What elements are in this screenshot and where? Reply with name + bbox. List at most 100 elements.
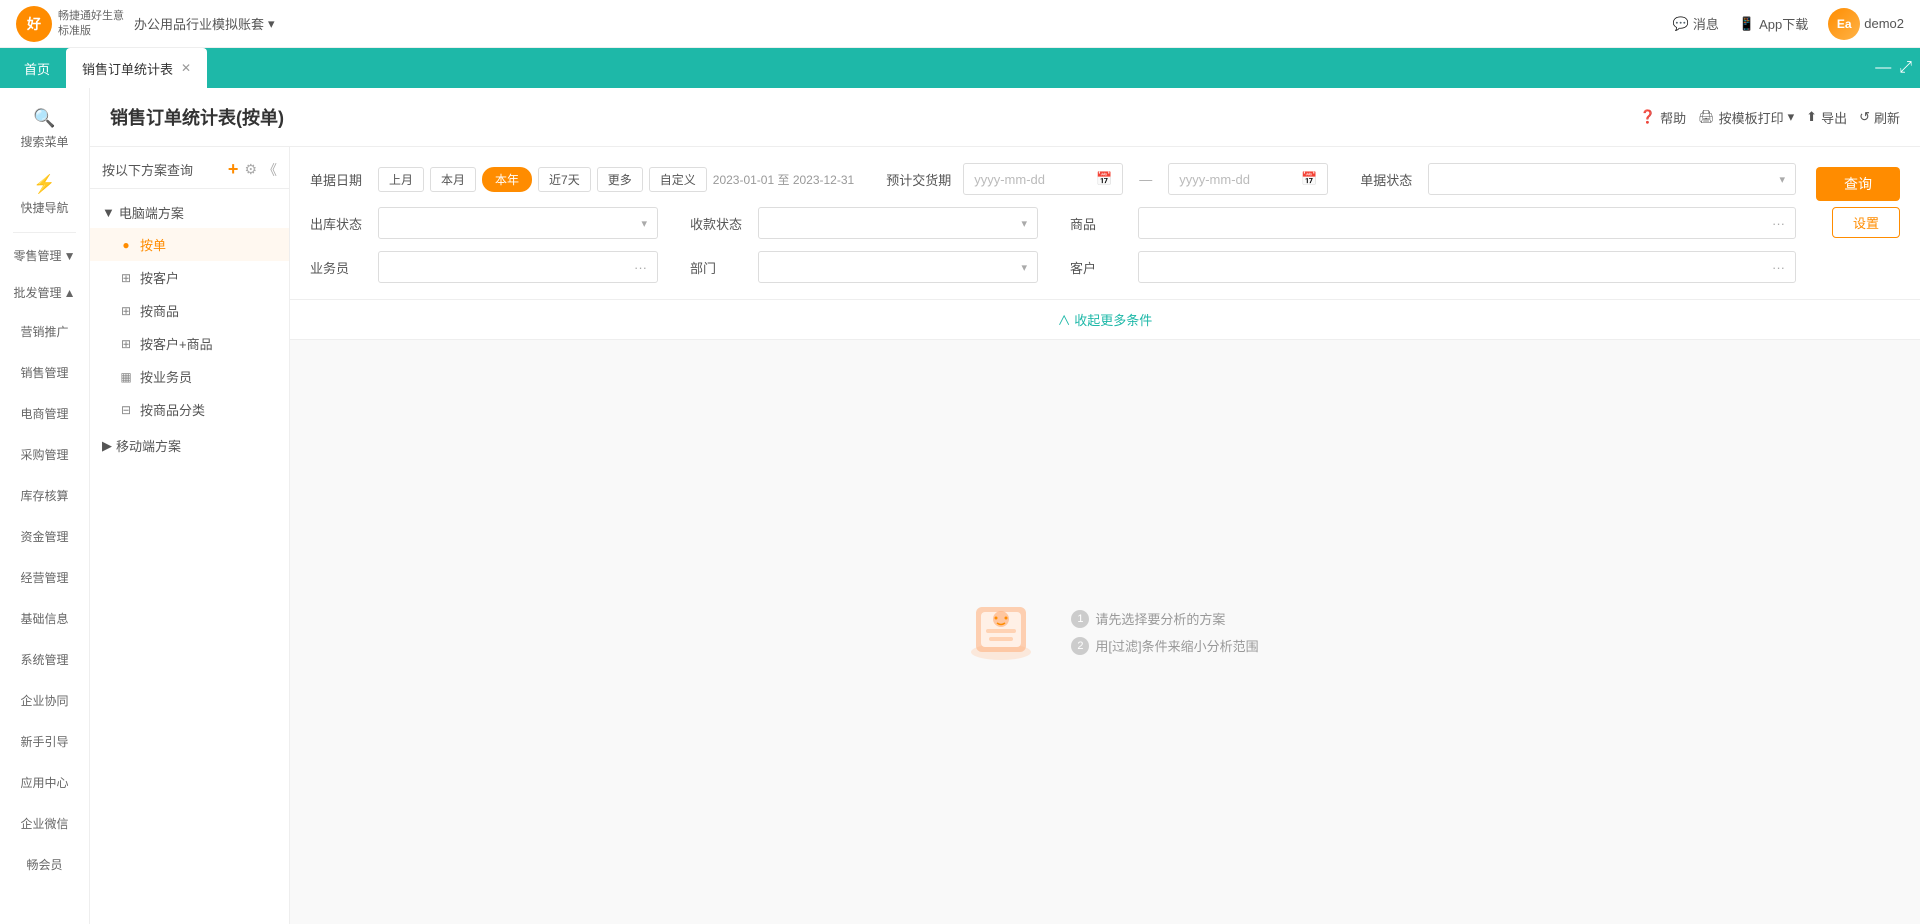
industry-selector[interactable]: 办公用品行业模拟账套 ▾ bbox=[134, 14, 275, 33]
scheme-settings-btn[interactable]: ⚙ bbox=[244, 161, 257, 178]
template-print-btn[interactable]: 🖨 按模板打印 ▾ bbox=[1698, 108, 1794, 127]
tab-minimize-btn[interactable]: — bbox=[1875, 59, 1891, 77]
scheme-group-desktop-title[interactable]: ▼ 电脑端方案 bbox=[90, 197, 289, 228]
date-start-input[interactable]: yyyy-mm-dd 📅 bbox=[963, 163, 1123, 195]
tab-maximize-btn[interactable]: ⤢ bbox=[1899, 59, 1912, 77]
wholesale-manage-arrow: ▲ bbox=[64, 286, 76, 300]
out-status-select[interactable]: ▾ bbox=[378, 207, 658, 239]
page-title: 销售订单统计表(按单) bbox=[110, 104, 284, 146]
date-btn-last-month[interactable]: 上月 bbox=[378, 167, 424, 192]
help-btn[interactable]: ❓ 帮助 bbox=[1640, 108, 1686, 127]
sidebar-item-marketing[interactable]: 营销推广 bbox=[0, 311, 89, 352]
sidebar-item-new-guide[interactable]: 新手引导 bbox=[0, 721, 89, 762]
sidebar-item-member[interactable]: 畅会员 bbox=[0, 844, 89, 885]
app-download-btn[interactable]: 📱 App下载 bbox=[1739, 14, 1808, 33]
sales-manage-label: 销售管理 bbox=[20, 364, 68, 381]
user-area[interactable]: Ea demo2 bbox=[1828, 8, 1904, 40]
zero-manage-arrow: ▼ bbox=[64, 249, 76, 263]
scheme-collapse-btn[interactable]: 《 bbox=[263, 160, 277, 180]
scheme-item-by-order[interactable]: ● 按单 bbox=[90, 228, 289, 261]
sidebar-item-enterprise-wx[interactable]: 企业微信 bbox=[0, 803, 89, 844]
message-label: 消息 bbox=[1693, 14, 1719, 33]
scheme-item-by-product[interactable]: ⊞ 按商品 bbox=[90, 294, 289, 327]
by-product-label: 按商品 bbox=[140, 301, 179, 320]
sidebar-item-wholesale-manage[interactable]: 批发管理 ▲ bbox=[0, 274, 89, 311]
receipt-status-select[interactable]: ▾ bbox=[758, 207, 1038, 239]
receipt-status-arrow: ▾ bbox=[1021, 217, 1027, 230]
scheme-add-btn[interactable]: + bbox=[228, 159, 239, 180]
date-start-placeholder: yyyy-mm-dd bbox=[974, 172, 1045, 187]
collapse-bar[interactable]: ∧ 收起更多条件 bbox=[290, 300, 1920, 340]
refresh-icon: ↺ bbox=[1859, 109, 1870, 125]
status-arrow: ▾ bbox=[1779, 173, 1785, 186]
sidebar-item-zero-manage[interactable]: 零售管理 ▼ bbox=[0, 237, 89, 274]
scheme-panel-actions: + ⚙ 《 bbox=[228, 159, 277, 180]
print-icon: 🖨 bbox=[1698, 109, 1715, 125]
logo-text: 畅捷通好生意 标准版 bbox=[58, 9, 124, 38]
sidebar-item-enterprise[interactable]: 企业协同 bbox=[0, 680, 89, 721]
product-label: 商品 bbox=[1070, 214, 1126, 233]
sidebar-item-purchase[interactable]: 采购管理 bbox=[0, 434, 89, 475]
customer-select[interactable]: ··· bbox=[1138, 251, 1796, 283]
filter-row-2: 出库状态 ▾ 收款状态 ▾ 商品 bbox=[310, 207, 1796, 239]
filter-main: 单据日期 上月 本月 本年 近7天 更多 自定义 2023-01-01 至 20… bbox=[310, 163, 1796, 283]
sidebar-item-system[interactable]: 系统管理 bbox=[0, 639, 89, 680]
out-status-arrow: ▾ bbox=[641, 217, 647, 230]
by-salesperson-label: 按业务员 bbox=[140, 367, 192, 386]
by-order-label: 按单 bbox=[140, 235, 166, 254]
finance-label: 资金管理 bbox=[20, 528, 68, 545]
scheme-item-by-customer-product[interactable]: ⊞ 按客户+商品 bbox=[90, 327, 289, 360]
help-icon: ❓ bbox=[1640, 109, 1656, 125]
by-category-icon: ⊟ bbox=[118, 402, 134, 418]
tab-sales-label: 销售订单统计表 bbox=[82, 59, 173, 78]
scheme-item-by-salesperson[interactable]: ▦ 按业务员 bbox=[90, 360, 289, 393]
sidebar-item-operations[interactable]: 经营管理 bbox=[0, 557, 89, 598]
app-download-label: App下载 bbox=[1759, 14, 1808, 33]
sidebar-item-search-menu[interactable]: 🔍 搜索菜单 bbox=[0, 96, 89, 162]
date-btn-7days[interactable]: 近7天 bbox=[538, 167, 591, 192]
set-button[interactable]: 设置 bbox=[1832, 207, 1900, 238]
status-select[interactable]: ▾ bbox=[1428, 163, 1796, 195]
date-dash: — bbox=[1135, 172, 1156, 187]
purchase-label: 采购管理 bbox=[20, 446, 68, 463]
date-end-input[interactable]: yyyy-mm-dd 📅 bbox=[1168, 163, 1328, 195]
salesperson-select[interactable]: ··· bbox=[378, 251, 658, 283]
app-download-icon: 📱 bbox=[1739, 16, 1755, 32]
scheme-group-mobile-title[interactable]: ▶ 移动端方案 bbox=[90, 430, 289, 461]
sidebar-item-app-center[interactable]: 应用中心 bbox=[0, 762, 89, 803]
tab-close-icon[interactable]: ✕ bbox=[181, 61, 191, 75]
sidebar-item-basic-info[interactable]: 基础信息 bbox=[0, 598, 89, 639]
empty-center: 1 请先选择要分析的方案 2 用[过滤]条件来缩小分析范围 bbox=[951, 577, 1258, 687]
sidebar-item-inventory[interactable]: 库存核算 bbox=[0, 475, 89, 516]
refresh-btn[interactable]: ↺ 刷新 bbox=[1859, 108, 1900, 127]
tab-sales-order[interactable]: 销售订单统计表 ✕ bbox=[66, 48, 207, 88]
dept-select[interactable]: ▾ bbox=[758, 251, 1038, 283]
scheme-group-desktop: ▼ 电脑端方案 ● 按单 ⊞ 按客户 ⊞ 按商品 bbox=[90, 197, 289, 426]
ecommerce-label: 电商管理 bbox=[20, 405, 68, 422]
sidebar-item-quick-nav[interactable]: ⚡ 快捷导航 bbox=[0, 162, 89, 228]
scheme-group-label: 电脑端方案 bbox=[119, 203, 184, 222]
customer-label: 客户 bbox=[1070, 258, 1126, 277]
tab-home[interactable]: 首页 bbox=[8, 48, 66, 88]
date-btn-this-year[interactable]: 本年 bbox=[482, 167, 532, 192]
help-label: 帮助 bbox=[1660, 108, 1686, 127]
date-btn-custom[interactable]: 自定义 bbox=[649, 167, 707, 192]
scheme-item-by-customer[interactable]: ⊞ 按客户 bbox=[90, 261, 289, 294]
quick-nav-icon: ⚡ bbox=[33, 174, 55, 195]
sidebar-item-sales-manage[interactable]: 销售管理 bbox=[0, 352, 89, 393]
out-status-label: 出库状态 bbox=[310, 214, 366, 233]
export-btn[interactable]: ⬆ 导出 bbox=[1806, 108, 1847, 127]
date-btn-this-month[interactable]: 本月 bbox=[430, 167, 476, 192]
scheme-item-by-category[interactable]: ⊟ 按商品分类 bbox=[90, 393, 289, 426]
product-select[interactable]: ··· bbox=[1138, 207, 1796, 239]
by-category-label: 按商品分类 bbox=[140, 400, 205, 419]
message-btn[interactable]: 💬 消息 bbox=[1673, 14, 1719, 33]
scheme-mobile-arrow: ▶ bbox=[102, 438, 112, 454]
query-button[interactable]: 查询 bbox=[1816, 167, 1900, 201]
top-bar-right: 💬 消息 📱 App下载 Ea demo2 bbox=[1673, 8, 1904, 40]
expected-delivery-label: 预计交货期 bbox=[886, 170, 951, 189]
sidebar-item-finance[interactable]: 资金管理 bbox=[0, 516, 89, 557]
date-btn-more[interactable]: 更多 bbox=[597, 167, 643, 192]
sidebar-item-ecommerce[interactable]: 电商管理 bbox=[0, 393, 89, 434]
industry-arrow: ▾ bbox=[268, 16, 275, 32]
